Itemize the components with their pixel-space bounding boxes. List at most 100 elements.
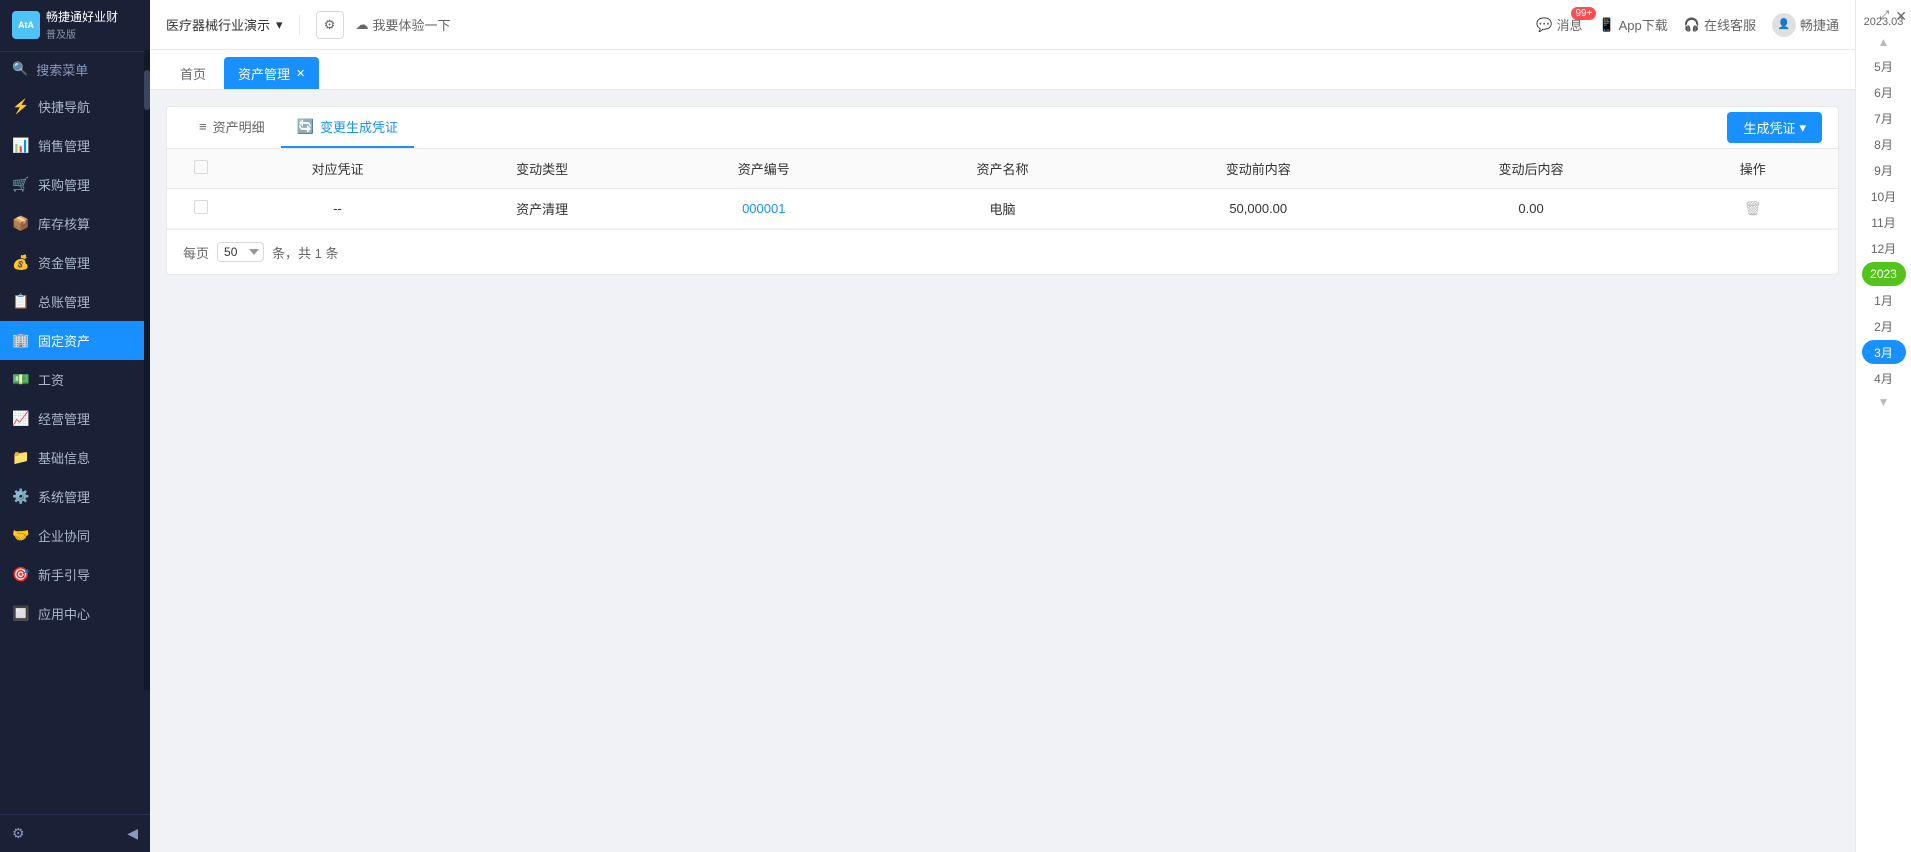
page-size-select[interactable]: 10 20 50 100 xyxy=(217,242,264,262)
month-item-12月[interactable]: 12月 xyxy=(1862,236,1906,260)
month-item-4月[interactable]: 4月 xyxy=(1862,366,1906,390)
sidebar-item-enterprise[interactable]: 🤝 企业协同 xyxy=(0,516,150,555)
sidebar-item-funds[interactable]: 💰 资金管理 xyxy=(0,243,150,282)
sidebar-item-operations[interactable]: 📈 经营管理 xyxy=(0,399,150,438)
month-item-6月[interactable]: 6月 xyxy=(1862,80,1906,104)
sidebar-item-purchase[interactable]: 🛒 采购管理 xyxy=(0,165,150,204)
sidebar-item-inventory[interactable]: 📦 库存核算 xyxy=(0,204,150,243)
user-menu[interactable]: 👤 畅捷通 xyxy=(1772,13,1839,37)
month-item-8月[interactable]: 8月 xyxy=(1862,132,1906,156)
month-item-2月[interactable]: 2月 xyxy=(1862,314,1906,338)
sidebar-item-sales[interactable]: 📊 销售管理 xyxy=(0,126,150,165)
col-header-after: 变动后内容 xyxy=(1395,149,1668,189)
col-header-voucher: 对应凭证 xyxy=(235,149,440,189)
guide-icon: 🎯 xyxy=(12,565,30,583)
generate-voucher-button[interactable]: 生成凭证 ▾ xyxy=(1727,112,1822,143)
col-header-select xyxy=(167,149,235,189)
app-center-icon: 🔲 xyxy=(12,604,30,622)
sidebar-item-app-center[interactable]: 🔲 应用中心 xyxy=(0,594,150,633)
month-item-11月[interactable]: 11月 xyxy=(1862,210,1906,234)
close-right-panel-icon[interactable]: ✕ xyxy=(1895,8,1907,25)
enterprise-icon: 🤝 xyxy=(12,526,30,544)
row-checkbox[interactable] xyxy=(167,189,235,229)
row-select-checkbox[interactable] xyxy=(194,200,208,214)
month-item-1月[interactable]: 1月 xyxy=(1862,288,1906,312)
online-service-button[interactable]: 🎧 在线客服 xyxy=(1684,15,1756,34)
logo-icon: AtA xyxy=(12,11,40,39)
assets-table: 对应凭证 变动类型 资产编号 资产名称 变动前内容 变动后内容 操作 -- 资产… xyxy=(167,149,1838,229)
sales-icon: 📊 xyxy=(12,136,30,154)
table-wrap: 对应凭证 变动类型 资产编号 资产名称 变动前内容 变动后内容 操作 -- 资产… xyxy=(167,149,1838,229)
month-item-5月[interactable]: 5月 xyxy=(1862,54,1906,78)
settings-button[interactable]: ⚙ xyxy=(316,11,344,39)
sidebar-item-quick-nav[interactable]: ⚡ 快捷导航 xyxy=(0,87,150,126)
sidebar-bottom: ⚙ ◀ xyxy=(0,814,150,852)
sidebar-item-salary[interactable]: 💵 工资 xyxy=(0,360,150,399)
main-card: ≡ 资产明细 🔄 变更生成凭证 生成凭证 ▾ xyxy=(166,106,1839,275)
message-button[interactable]: 💬 消息 99+ xyxy=(1536,15,1582,34)
sub-tabs-bar: ≡ 资产明细 🔄 变更生成凭证 生成凭证 ▾ xyxy=(167,107,1838,149)
sub-tabs-left: ≡ 资产明细 🔄 变更生成凭证 xyxy=(183,107,414,148)
month-item-7月[interactable]: 7月 xyxy=(1862,106,1906,130)
logo-text: 畅捷通好业财 xyxy=(46,10,118,26)
sidebar-search[interactable]: 🔍 搜索菜单 xyxy=(0,52,150,87)
cloud-icon: ☁ xyxy=(356,17,369,33)
sidebar: AtA 畅捷通好业财 普及版 🔍 搜索菜单 ⚡ 快捷导航 📊 销售管理 🛒 采购… xyxy=(0,0,150,852)
row-before-content: 50,000.00 xyxy=(1122,189,1395,229)
pagination-bar: 每页 10 20 50 100 条，共 1 条 xyxy=(167,229,1838,274)
delete-row-icon[interactable]: 🗑 xyxy=(1744,200,1762,216)
right-panel: ⤢ ✕ 2023.03 ▲5月6月7月8月9月10月11月12月20231月2月… xyxy=(1855,0,1911,852)
sidebar-item-system[interactable]: ⚙️ 系统管理 xyxy=(0,477,150,516)
inventory-icon: 📦 xyxy=(12,214,30,232)
row-asset-name: 电脑 xyxy=(883,189,1122,229)
system-icon: ⚙️ xyxy=(12,487,30,505)
experience-button[interactable]: ☁ 我要体验一下 xyxy=(356,15,451,34)
row-asset-code: 000001 xyxy=(644,189,883,229)
sidebar-item-basic-info[interactable]: 📁 基础信息 xyxy=(0,438,150,477)
sidebar-item-label-quick-nav: 快捷导航 xyxy=(38,97,90,116)
settings-bottom-icon[interactable]: ⚙ xyxy=(12,825,25,842)
expand-icon[interactable]: ⤢ xyxy=(1879,8,1889,23)
sidebar-item-label-sales: 销售管理 xyxy=(38,136,90,155)
sidebar-item-ledger[interactable]: 📋 总账管理 xyxy=(0,282,150,321)
month-item-10月[interactable]: 10月 xyxy=(1862,184,1906,208)
sidebar-item-label-ledger: 总账管理 xyxy=(38,292,90,311)
salary-icon: 💵 xyxy=(12,370,30,388)
tab-home[interactable]: 首页 xyxy=(166,57,220,89)
scroll-down-button[interactable]: ▼ xyxy=(1862,392,1906,412)
sidebar-scroll: 🔍 搜索菜单 ⚡ 快捷导航 📊 销售管理 🛒 采购管理 📦 库存核算 💰 资金管… xyxy=(0,52,150,814)
download-icon: 📱 xyxy=(1598,17,1614,33)
scroll-up-button[interactable]: ▲ xyxy=(1862,32,1906,52)
sidebar-item-label-inventory: 库存核算 xyxy=(38,214,90,233)
sub-tab-generate-voucher[interactable]: 🔄 变更生成凭证 xyxy=(281,107,414,148)
sub-tab-asset-detail[interactable]: ≡ 资产明细 xyxy=(183,107,281,148)
purchase-icon: 🛒 xyxy=(12,175,30,193)
sidebar-item-label-guide: 新手引导 xyxy=(38,565,90,584)
message-badge: 99+ xyxy=(1571,7,1596,20)
basic-info-icon: 📁 xyxy=(12,448,30,466)
sidebar-item-label-operations: 经营管理 xyxy=(38,409,90,428)
col-header-name: 资产名称 xyxy=(883,149,1122,189)
tab-asset-management[interactable]: 资产管理 ✕ xyxy=(224,57,319,89)
tab-close-icon[interactable]: ✕ xyxy=(296,67,305,80)
sidebar-item-label-fixed-assets: 固定资产 xyxy=(38,331,90,350)
select-all-checkbox[interactable] xyxy=(194,160,208,174)
tabs-bar: 首页 资产管理 ✕ xyxy=(150,50,1855,90)
collapse-icon[interactable]: ◀ xyxy=(127,825,138,842)
fixed-assets-icon: 🏢 xyxy=(12,331,30,349)
year-2023-label[interactable]: 2023 xyxy=(1862,262,1906,286)
sidebar-item-fixed-assets[interactable]: 🏢 固定资产 xyxy=(0,321,150,360)
month-item-9月[interactable]: 9月 xyxy=(1862,158,1906,182)
col-header-action: 操作 xyxy=(1667,149,1838,189)
sidebar-item-label-salary: 工资 xyxy=(38,370,64,389)
dropdown-arrow-icon: ▾ xyxy=(1799,120,1806,136)
sidebar-item-guide[interactable]: 🎯 新手引导 xyxy=(0,555,150,594)
main-area: 医疗器械行业演示 ▾ ⚙ ☁ 我要体验一下 💬 消息 99+ 📱 App下载 🎧… xyxy=(150,0,1855,852)
col-header-type: 变动类型 xyxy=(440,149,645,189)
table-row: -- 资产清理 000001 电脑 50,000.00 0.00 🗑 xyxy=(167,189,1838,229)
company-selector[interactable]: 医疗器械行业演示 ▾ xyxy=(166,15,283,34)
app-download-button[interactable]: 📱 App下载 xyxy=(1598,15,1667,34)
quick-nav-icon: ⚡ xyxy=(12,97,30,115)
col-header-code: 资产编号 xyxy=(644,149,883,189)
month-item-3月[interactable]: 3月 xyxy=(1862,340,1906,364)
